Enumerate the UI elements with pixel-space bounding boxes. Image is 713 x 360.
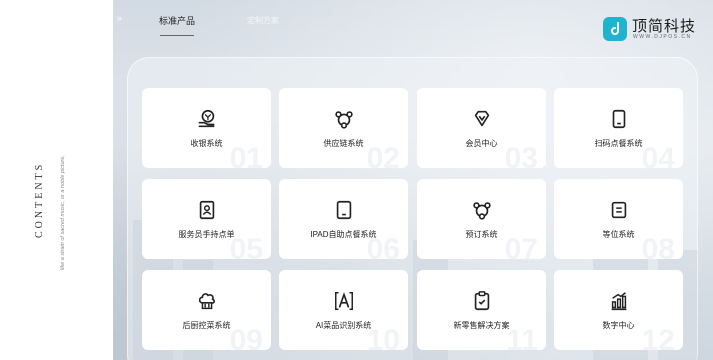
logo-icon xyxy=(603,17,627,41)
product-label: 新零售解决方案 xyxy=(453,321,510,330)
product-label: AI菜品识别系统 xyxy=(315,321,372,330)
product-card-ai-recognition[interactable]: 10 AI菜品识别系统 xyxy=(279,270,408,350)
product-card-member-center[interactable]: 03 会员中心 xyxy=(417,88,546,168)
supply-chain-icon xyxy=(334,111,353,129)
product-label: 服务员手持点单 xyxy=(178,230,235,239)
product-label: IPAD自助点餐系统 xyxy=(310,230,377,239)
product-label: 扫码点餐系统 xyxy=(594,139,643,148)
kitchen-icon xyxy=(198,293,215,310)
waiter-handheld-icon xyxy=(199,200,214,220)
product-card-queue[interactable]: 08 等位系统 xyxy=(554,179,683,259)
logo-name: 顶简科技 xyxy=(632,18,697,35)
data-center-icon xyxy=(611,292,626,311)
product-label: 收银系统 xyxy=(190,139,223,148)
product-card-reservation[interactable]: 07 预订系统 xyxy=(417,179,546,259)
ipad-icon xyxy=(336,200,351,220)
product-label: 等位系统 xyxy=(602,230,635,239)
product-card-data-center[interactable]: 12 数字中心 xyxy=(554,270,683,350)
product-card-supply-chain[interactable]: 02 供应链系统 xyxy=(279,88,408,168)
product-card-cash-register[interactable]: 01 收银系统 xyxy=(142,88,271,168)
tab-standard-products[interactable]: 标准产品 xyxy=(159,14,195,27)
logo-url: WWW.DJPOS.CN xyxy=(633,34,692,40)
contents-subtitle: like a strain of sacred music, or a nobl… xyxy=(60,155,66,270)
contents-title: CONTENTS xyxy=(34,161,45,238)
product-label: 后厨控菜系统 xyxy=(182,321,231,330)
product-card-scan-order[interactable]: 04 扫码点餐系统 xyxy=(554,88,683,168)
new-retail-icon xyxy=(474,291,489,311)
product-label: 供应链系统 xyxy=(323,139,364,148)
scan-order-icon xyxy=(612,109,625,129)
product-card-new-retail[interactable]: 11 新零售解决方案 xyxy=(417,270,546,350)
cash-register-icon xyxy=(198,109,214,128)
ai-recognition-icon xyxy=(334,292,353,310)
product-label: 预订系统 xyxy=(465,230,498,239)
product-label: 数字中心 xyxy=(602,321,635,330)
queue-icon xyxy=(611,201,626,219)
nav-arrows-icon[interactable]: ›› xyxy=(117,13,122,23)
product-card-kitchen[interactable]: 09 后厨控菜系统 xyxy=(142,270,271,350)
product-label: 会员中心 xyxy=(465,139,498,148)
reservation-icon xyxy=(472,202,491,220)
active-tab-underline xyxy=(160,35,194,36)
product-card-ipad-self-order[interactable]: 06 IPAD自助点餐系统 xyxy=(279,179,408,259)
product-card-waiter-handheld[interactable]: 05 服务员手持点单 xyxy=(142,179,271,259)
left-panel: CONTENTS like a strain of sacred music, … xyxy=(0,0,113,360)
member-icon xyxy=(474,110,489,127)
tab-custom-solutions[interactable]: 定制方案 xyxy=(247,15,279,26)
